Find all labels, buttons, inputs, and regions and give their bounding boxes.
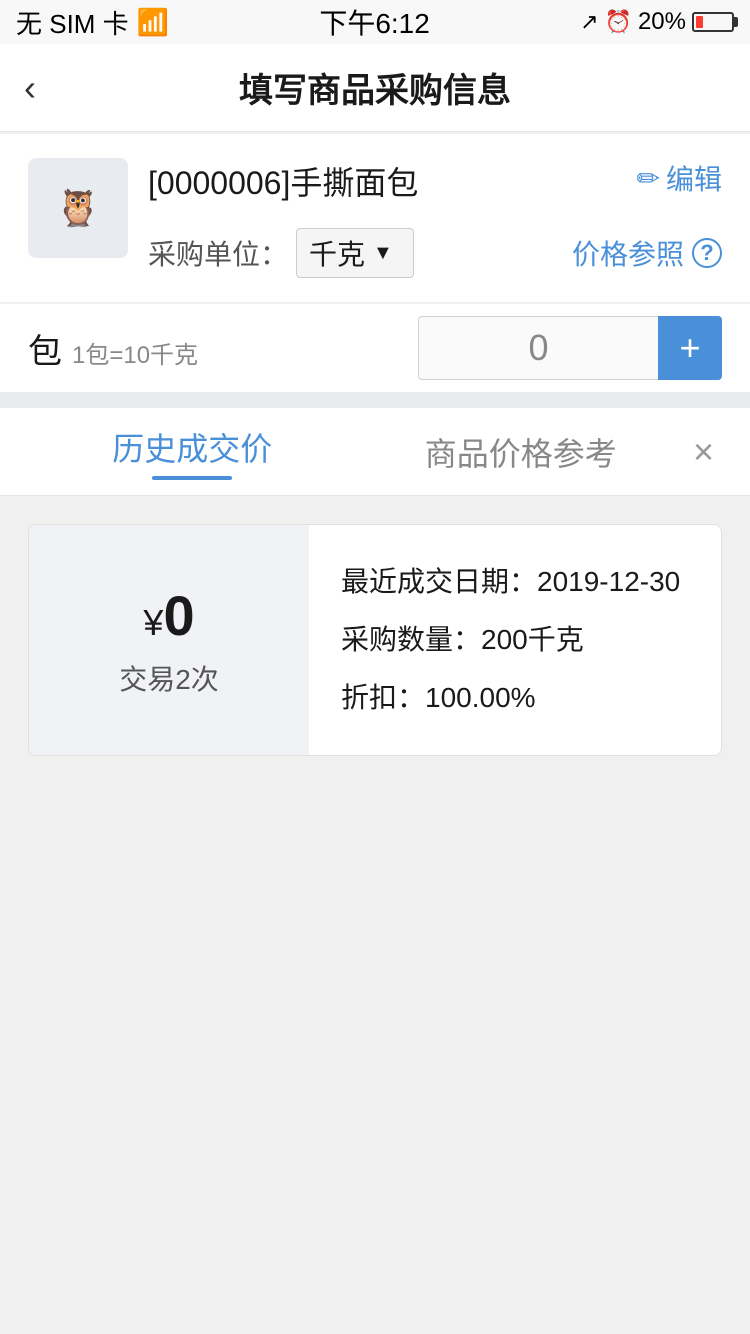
tabs-bar: 历史成交价 商品价格参考 × <box>0 408 750 496</box>
status-left: 无 SIM 卡 📶 <box>16 4 169 41</box>
tab-price-reference[interactable]: 商品价格参考 <box>356 408 684 495</box>
page-title: 填写商品采购信息 <box>239 63 511 112</box>
product-thumbnail: 🦉 <box>28 158 128 258</box>
wifi-icon: 📶 <box>137 7 169 38</box>
qty-label: 采购数量： <box>341 624 481 655</box>
sim-text: 无 SIM 卡 <box>16 4 129 41</box>
quantity-row: 包 1包=10千克 + <box>0 304 750 392</box>
status-right: ↗ ⏰ 20% <box>580 8 734 36</box>
unit-select[interactable]: 千克 ▼ <box>296 228 414 278</box>
header: ‹ 填写商品采购信息 <box>0 44 750 132</box>
detail-qty-row: 采购数量：200千克 <box>341 619 689 661</box>
history-price-display: ¥0 <box>143 583 194 648</box>
price-value: 0 <box>163 584 194 647</box>
location-icon: ↗ <box>580 9 598 35</box>
history-price-section: ¥0 交易2次 <box>29 525 309 755</box>
detail-date-row: 最近成交日期：2019-12-30 <box>341 561 689 603</box>
detail-discount-row: 折扣：100.00% <box>341 677 689 719</box>
status-time: 下午6:12 <box>319 2 430 42</box>
edit-button[interactable]: ✏ 编辑 <box>637 158 722 198</box>
qty-value: 200千克 <box>481 624 584 655</box>
quantity-plus-button[interactable]: + <box>658 316 722 380</box>
unit-label: 采购单位： <box>148 233 288 273</box>
status-bar: 无 SIM 卡 📶 下午6:12 ↗ ⏰ 20% <box>0 0 750 44</box>
history-card: ¥0 交易2次 最近成交日期：2019-12-30 采购数量：200千克 折扣：… <box>28 524 722 756</box>
discount-label: 折扣： <box>341 682 425 713</box>
section-separator <box>0 392 750 408</box>
tab-ref-label: 商品价格参考 <box>425 429 617 475</box>
alarm-icon: ⏰ <box>605 9 632 35</box>
transaction-count: 交易2次 <box>119 658 219 698</box>
tab-history-label: 历史成交价 <box>112 424 272 470</box>
history-details-section: 最近成交日期：2019-12-30 采购数量：200千克 折扣：100.00% <box>309 525 721 755</box>
quantity-unit-sub: 1包=10千克 <box>72 335 198 370</box>
discount-value: 100.00% <box>425 682 536 713</box>
back-button[interactable]: ‹ <box>24 67 36 109</box>
tabs-close-button[interactable]: × <box>685 431 722 473</box>
info-icon: ? <box>692 238 722 268</box>
date-label: 最近成交日期： <box>341 566 537 597</box>
price-ref-label: 价格参照 <box>572 233 684 273</box>
tab-active-underline <box>152 476 232 480</box>
panel-content: ¥0 交易2次 最近成交日期：2019-12-30 采购数量：200千克 折扣：… <box>0 496 750 1096</box>
edit-icon: ✏ <box>637 162 660 195</box>
dropdown-icon: ▼ <box>373 242 393 265</box>
quantity-unit-big: 包 <box>28 324 62 373</box>
battery-percent: 20% <box>638 8 686 36</box>
price-ref-button[interactable]: 价格参照 ? <box>572 233 722 273</box>
battery-icon <box>692 12 734 32</box>
unit-value: 千克 <box>309 233 365 273</box>
tab-history-price[interactable]: 历史成交价 <box>28 408 356 495</box>
currency-symbol: ¥ <box>143 602 163 643</box>
product-card: 🦉 [0000006]手撕面包 ✏ 编辑 采购单位： 千克 ▼ <box>0 134 750 302</box>
product-info: [0000006]手撕面包 ✏ 编辑 采购单位： 千克 ▼ 价格参照 ? <box>148 158 722 278</box>
edit-label: 编辑 <box>666 158 722 198</box>
quantity-input[interactable] <box>418 316 658 380</box>
product-thumb-icon: 🦉 <box>56 187 101 229</box>
date-value: 2019-12-30 <box>537 566 680 597</box>
product-name: [0000006]手撕面包 <box>148 158 418 204</box>
